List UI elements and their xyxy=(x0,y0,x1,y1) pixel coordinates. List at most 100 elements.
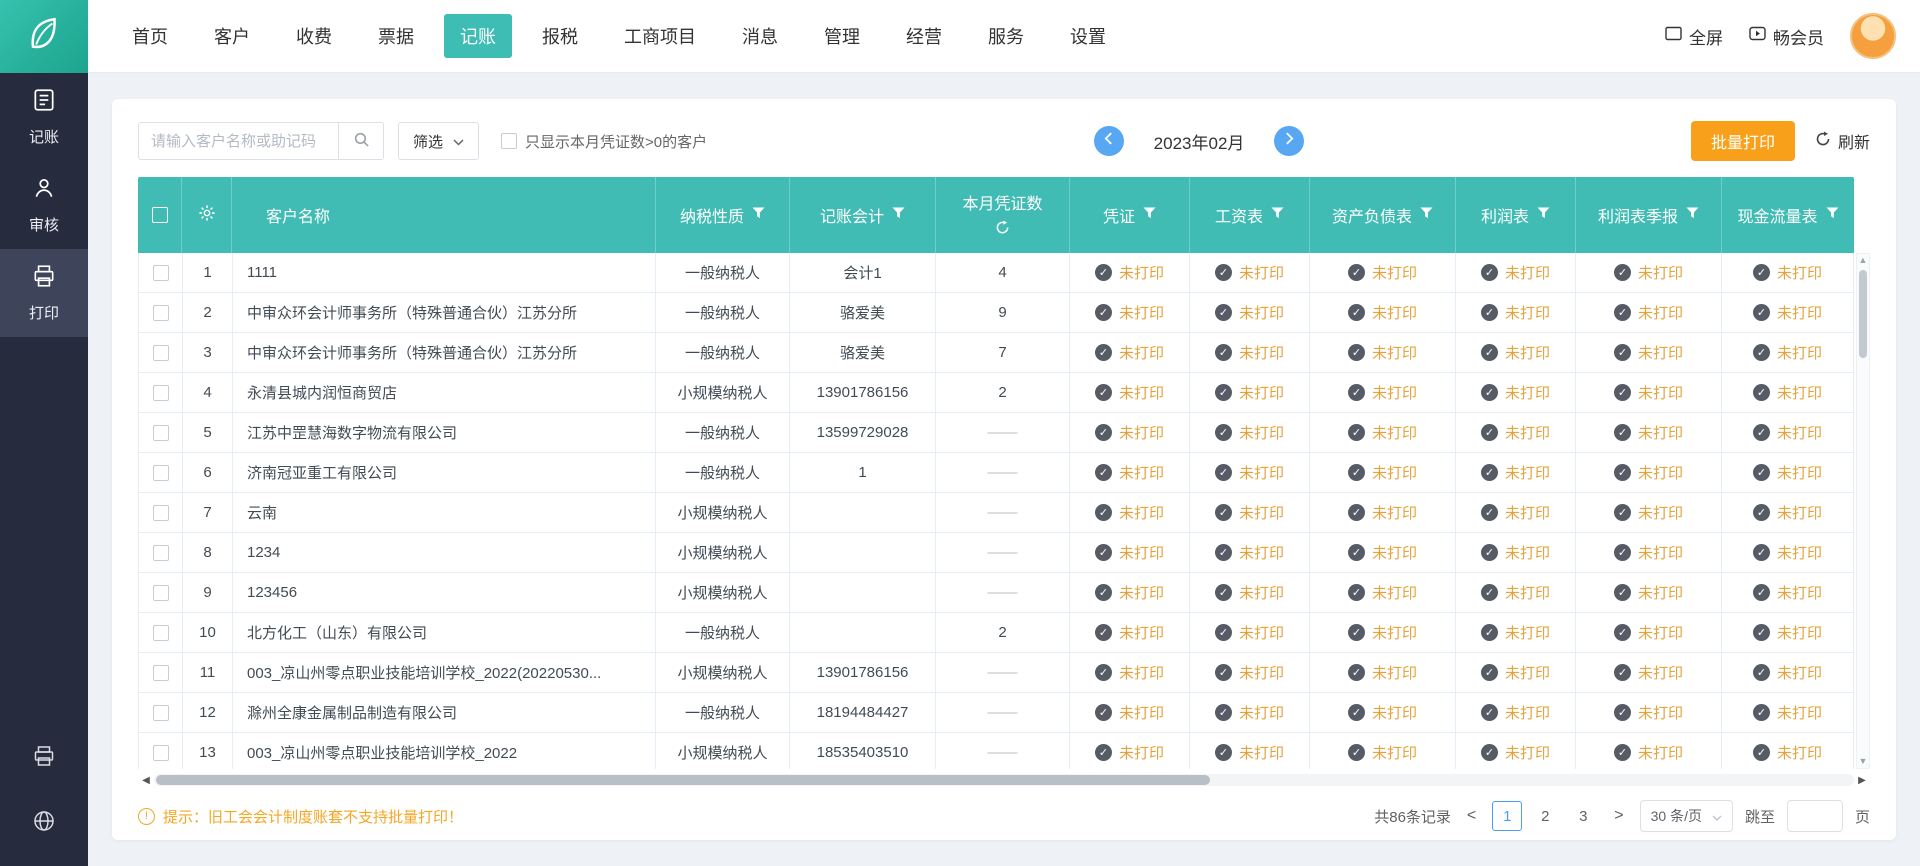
column-settings-button[interactable] xyxy=(182,177,232,253)
app-logo[interactable] xyxy=(0,0,88,73)
col-header-customer-name[interactable]: 客户名称 xyxy=(232,177,656,253)
scroll-left-icon[interactable]: ◀ xyxy=(138,775,154,786)
nav-item-management[interactable]: 管理 xyxy=(808,14,876,58)
row-checkbox[interactable] xyxy=(139,453,183,492)
page-button-2[interactable]: 2 xyxy=(1530,801,1561,831)
select-all-checkbox[interactable] xyxy=(138,177,182,253)
nav-item-business-projects[interactable]: 工商项目 xyxy=(608,14,712,58)
next-month-button[interactable] xyxy=(1274,126,1305,156)
globe-icon[interactable] xyxy=(32,809,56,838)
row-checkbox[interactable] xyxy=(139,733,183,769)
row-checkbox[interactable] xyxy=(139,613,183,652)
filter-icon[interactable] xyxy=(1420,206,1433,224)
row-checkbox[interactable] xyxy=(139,693,183,732)
col-header-voucher[interactable]: 凭证 xyxy=(1070,177,1190,253)
only-show-label: 只显示本月凭证数>0的客户 xyxy=(525,133,708,151)
nav-item-invoices[interactable]: 票据 xyxy=(362,14,430,58)
search-input[interactable] xyxy=(138,122,338,160)
row-checkbox[interactable] xyxy=(139,253,183,292)
not-printed-label: 未打印 xyxy=(1238,345,1284,362)
not-printed-label: 未打印 xyxy=(1504,745,1550,762)
page-button-1[interactable]: 1 xyxy=(1492,801,1523,831)
printer-device-icon[interactable] xyxy=(32,744,56,773)
not-printed-label: 未打印 xyxy=(1118,625,1164,642)
row-checkbox[interactable] xyxy=(139,573,183,612)
nav-item-customers[interactable]: 客户 xyxy=(198,14,266,58)
checkbox-box[interactable] xyxy=(501,133,518,149)
filter-icon[interactable] xyxy=(1826,206,1839,224)
row-index: 13 xyxy=(183,733,233,769)
batch-print-button[interactable]: 批量打印 xyxy=(1690,121,1795,161)
avatar[interactable] xyxy=(1850,13,1896,59)
nav-item-settings[interactable]: 设置 xyxy=(1054,14,1122,58)
row-checkbox[interactable] xyxy=(139,333,183,372)
fullscreen-button[interactable]: 全屏 xyxy=(1665,24,1723,49)
nav-item-bookkeeping[interactable]: 记账 xyxy=(444,14,512,58)
col-header-balance-sheet[interactable]: 资产负债表 xyxy=(1310,177,1456,253)
check-circle-icon: ✓ xyxy=(1613,264,1631,281)
col-header-income-quarterly[interactable]: 利润表季报 xyxy=(1576,177,1722,253)
print-status-cell: ✓ 未打印 xyxy=(1456,293,1576,332)
col-header-tax-type[interactable]: 纳税性质 xyxy=(656,177,790,253)
horizontal-scrollbar-track[interactable] xyxy=(154,774,1854,786)
row-checkbox[interactable] xyxy=(139,293,183,332)
page-button-3[interactable]: 3 xyxy=(1568,801,1599,831)
not-printed-label: 未打印 xyxy=(1371,505,1417,522)
row-checkbox[interactable] xyxy=(139,373,183,412)
check-circle-icon: ✓ xyxy=(1480,264,1498,281)
not-printed-label: 未打印 xyxy=(1238,745,1284,762)
voucher-count-cell: —— xyxy=(936,693,1070,732)
nav-item-services[interactable]: 服务 xyxy=(972,14,1040,58)
nav-item-operations[interactable]: 经营 xyxy=(890,14,958,58)
col-header-accountant[interactable]: 记账会计 xyxy=(790,177,936,253)
vertical-scrollbar-thumb[interactable] xyxy=(1859,270,1867,358)
nav-item-fees[interactable]: 收费 xyxy=(280,14,348,58)
scroll-up-icon[interactable]: ▲ xyxy=(1859,256,1868,265)
not-printed-label: 未打印 xyxy=(1238,465,1284,482)
not-printed-label: 未打印 xyxy=(1118,505,1164,522)
refresh-button[interactable]: 刷新 xyxy=(1815,129,1870,153)
filter-icon[interactable] xyxy=(752,206,765,224)
filter-dropdown[interactable]: 筛选 xyxy=(398,122,480,160)
tax-type-cell: 小规模纳税人 xyxy=(656,733,790,769)
sidebar-item-bookkeeping[interactable]: 记账 xyxy=(0,73,88,161)
nav-item-messages[interactable]: 消息 xyxy=(726,14,794,58)
next-page-button[interactable]: > xyxy=(1610,807,1627,825)
nav-item-home[interactable]: 首页 xyxy=(116,14,184,58)
row-checkbox[interactable] xyxy=(139,493,183,532)
search-button[interactable] xyxy=(338,122,384,160)
tax-type-cell: 小规模纳税人 xyxy=(656,533,790,572)
horizontal-scrollbar-thumb[interactable] xyxy=(156,775,1210,785)
filter-icon[interactable] xyxy=(1537,206,1550,224)
previous-month-button[interactable] xyxy=(1093,126,1124,156)
row-checkbox[interactable] xyxy=(139,653,183,692)
col-header-voucher-count[interactable]: 本月凭证数 xyxy=(936,177,1070,253)
sidebar-item-print[interactable]: 打印 xyxy=(0,249,88,337)
filter-icon[interactable] xyxy=(1271,206,1284,224)
vertical-scrollbar[interactable]: ▲ ▼ xyxy=(1856,253,1870,769)
row-checkbox[interactable] xyxy=(139,413,183,452)
print-status-cell: ✓ 未打印 xyxy=(1310,653,1456,692)
col-header-income-statement[interactable]: 利润表 xyxy=(1456,177,1576,253)
refresh-icon[interactable] xyxy=(995,220,1010,240)
check-circle-icon: ✓ xyxy=(1752,624,1770,641)
member-button[interactable]: 畅会员 xyxy=(1749,24,1824,49)
sidebar-item-audit[interactable]: 审核 xyxy=(0,161,88,249)
only-show-checkbox[interactable]: 只显示本月凭证数>0的客户 xyxy=(501,131,707,152)
row-checkbox[interactable] xyxy=(139,533,183,572)
filter-icon[interactable] xyxy=(1686,206,1699,224)
scroll-right-icon[interactable]: ▶ xyxy=(1854,775,1870,786)
nav-item-tax-filing[interactable]: 报税 xyxy=(526,14,594,58)
not-printed-label: 未打印 xyxy=(1637,425,1683,442)
previous-page-button[interactable]: < xyxy=(1463,807,1480,825)
page-size-select[interactable]: 30 条/页 xyxy=(1639,800,1733,832)
filter-icon[interactable] xyxy=(892,206,905,224)
col-header-payroll[interactable]: 工资表 xyxy=(1190,177,1310,253)
col-header-cash-flow[interactable]: 现金流量表 xyxy=(1722,177,1854,253)
scroll-down-icon[interactable]: ▼ xyxy=(1859,757,1868,766)
horizontal-scrollbar[interactable]: ◀ ▶ xyxy=(138,774,1870,786)
filter-icon[interactable] xyxy=(1143,206,1156,224)
jump-to-page-input[interactable] xyxy=(1786,800,1843,832)
not-printed-label: 未打印 xyxy=(1637,505,1683,522)
print-status-cell: ✓ 未打印 xyxy=(1722,693,1854,732)
